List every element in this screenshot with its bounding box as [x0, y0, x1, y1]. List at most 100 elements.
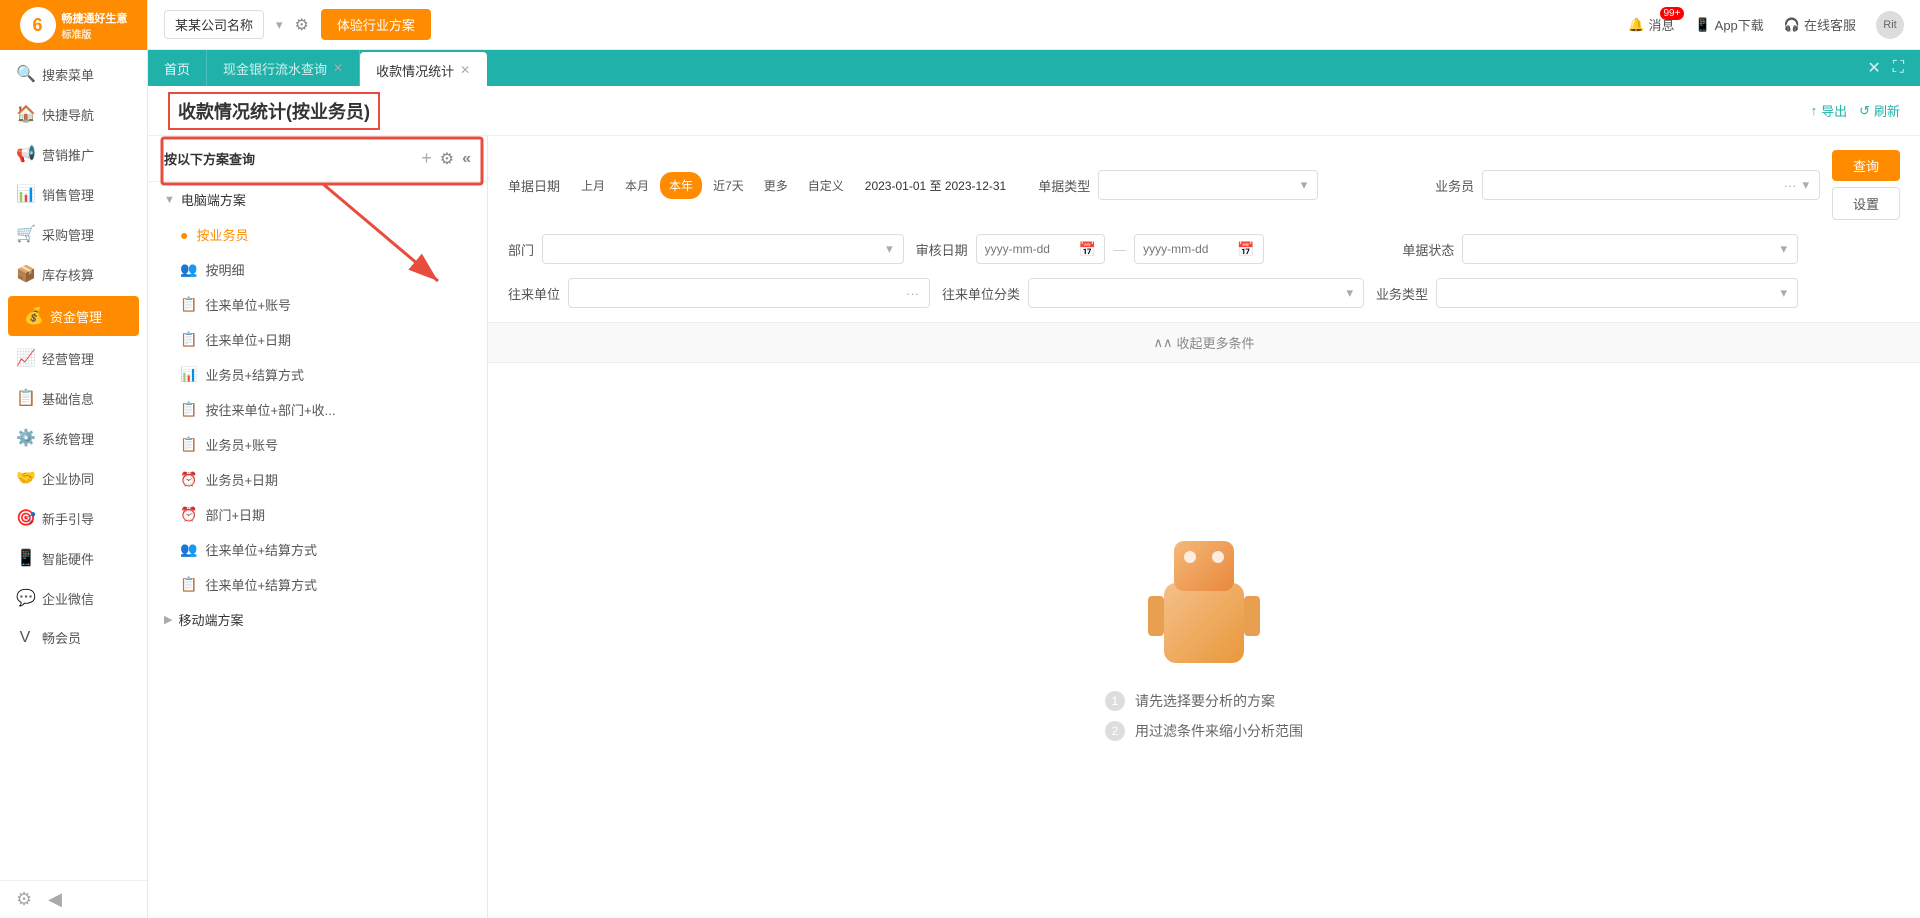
tab-collection-stat-close[interactable]: ✕ [460, 63, 470, 77]
settings-bottom-icon[interactable]: ⚙ [16, 889, 32, 910]
calendar-end-icon[interactable]: 📅 [1237, 241, 1254, 258]
date-custom-btn[interactable]: 自定义 [799, 172, 853, 199]
notice-button[interactable]: 🔔 消息 99+ [1628, 15, 1674, 34]
hint-1-text: 请先选择要分析的方案 [1135, 691, 1275, 711]
settings-button[interactable]: 设置 [1832, 187, 1900, 220]
header-right: 🔔 消息 99+ 📱 App下载 🎧 在线客服 Rit [1628, 11, 1904, 39]
scheme-item-partner-dept-collect[interactable]: 📋 按往来单位+部门+收... [148, 392, 487, 427]
date-7days-btn[interactable]: 近7天 [704, 172, 753, 199]
enterprise-icon: 🤝 [16, 468, 34, 488]
dept-group: 部门 ▾ [508, 234, 904, 264]
filter-row-3: 往来单位 ··· 往来单位分类 ▾ 业务 [508, 278, 1900, 308]
sidebar-item-search-menu[interactable]: 🔍 搜索菜单 [0, 54, 147, 94]
partner-category-dropdown[interactable]: ▾ [1028, 278, 1364, 308]
audit-date-end[interactable]: 📅 [1134, 234, 1263, 264]
bill-type-dropdown[interactable]: ▾ [1098, 170, 1318, 200]
company-name[interactable]: 某某公司名称 [164, 10, 264, 39]
date-separator: — [1113, 242, 1126, 257]
scheme-group-desktop[interactable]: ▼ 电脑端方案 [148, 182, 487, 217]
sidebar-item-sales[interactable]: 📊 销售管理 [0, 174, 147, 214]
scheme-collapse-button[interactable]: « [462, 150, 471, 168]
collapse-label: 收起更多条件 [1177, 333, 1255, 352]
scheme-settings-button[interactable]: ⚙ [440, 149, 454, 169]
date-more-btn[interactable]: 更多 [755, 172, 797, 199]
sidebar-item-system[interactable]: ⚙️ 系统管理 [0, 418, 147, 458]
audit-date-start-input[interactable] [985, 242, 1075, 256]
partner-dropdown[interactable]: ··· [568, 278, 930, 308]
sidebar-item-inventory[interactable]: 📦 库存核算 [0, 254, 147, 294]
sidebar-item-basic[interactable]: 📋 基础信息 [0, 378, 147, 418]
collapse-sidebar-icon[interactable]: ◀ [48, 889, 62, 910]
window-maximize-btn[interactable]: ⛶ [1893, 59, 1904, 77]
scheme-item-partner-date[interactable]: 📋 往来单位+日期 [148, 322, 487, 357]
export-button[interactable]: ↑ 导出 [1811, 101, 1848, 120]
scheme-item-salesperson-account[interactable]: 📋 业务员+账号 [148, 427, 487, 462]
sidebar-item-quick-nav[interactable]: 🏠 快捷导航 [0, 94, 147, 134]
sidebar-item-label: 基础信息 [42, 389, 94, 408]
collapse-icon: ∧∧ [1153, 335, 1172, 351]
business-type-dropdown[interactable]: ▾ [1436, 278, 1798, 308]
bell-icon: 🔔 [1628, 17, 1644, 33]
scheme-item-partner-settle1[interactable]: 👥 往来单位+结算方式 [148, 532, 487, 567]
calendar-icon[interactable]: 📅 [1079, 241, 1096, 258]
date-range-display: 2023-01-01 至 2023-12-31 [865, 177, 1006, 194]
group-expand-icon: ▼ [164, 194, 175, 206]
sidebar-item-label: 采购管理 [42, 225, 94, 244]
salesperson-dropdown[interactable]: ··· ▾ [1482, 170, 1820, 200]
scheme-item-by-detail[interactable]: 👥 按明细 [148, 252, 487, 287]
audit-date-end-input[interactable] [1143, 242, 1233, 256]
sidebar-item-label: 经营管理 [42, 349, 94, 368]
sidebar-item-guide[interactable]: 🎯 新手引导 [0, 498, 147, 538]
tab-bank-flow-close[interactable]: ✕ [333, 61, 343, 75]
date-last-month-btn[interactable]: 上月 [572, 172, 614, 199]
scheme-item-label: 按往来单位+部门+收... [205, 400, 335, 419]
scheme-item-salesperson-date[interactable]: ⏰ 业务员+日期 [148, 462, 487, 497]
sidebar-item-enterprise[interactable]: 🤝 企业协同 [0, 458, 147, 498]
sidebar-item-hardware[interactable]: 📱 智能硬件 [0, 538, 147, 578]
scheme-item-icon: 📋 [180, 576, 197, 593]
tab-collection-stat[interactable]: 收款情况统计 ✕ [360, 52, 487, 88]
sidebar-item-label: 系统管理 [42, 429, 94, 448]
refresh-button[interactable]: ↺ 刷新 [1859, 101, 1900, 120]
dept-dropdown[interactable]: ▾ [542, 234, 904, 264]
date-this-year-btn[interactable]: 本年 [660, 172, 702, 199]
bill-status-dropdown-icon: ▾ [1780, 241, 1787, 257]
query-button[interactable]: 查询 [1832, 150, 1900, 181]
sidebar-item-finance[interactable]: 💰 资金管理 [8, 296, 139, 336]
trial-industry-button[interactable]: 体验行业方案 [321, 9, 431, 40]
tab-bank-flow[interactable]: 现金银行流水查询 ✕ [207, 50, 360, 86]
tab-home[interactable]: 首页 [148, 50, 207, 86]
scheme-item-partner-account[interactable]: 📋 往来单位+账号 [148, 287, 487, 322]
scheme-item-dept-date[interactable]: ⏰ 部门+日期 [148, 497, 487, 532]
scheme-group-mobile[interactable]: ▶ 移动端方案 [148, 602, 487, 637]
page-header: 收款情况统计(按业务员) ↑ 导出 ↺ 刷新 [148, 86, 1920, 136]
sidebar-item-purchase[interactable]: 🛒 采购管理 [0, 214, 147, 254]
app-download-button[interactable]: 📱 App下载 [1694, 15, 1763, 34]
avatar-text: Rit [1883, 19, 1896, 31]
window-close-btn[interactable]: ✕ [1867, 58, 1880, 78]
scheme-item-salesperson-settle[interactable]: 📊 业务员+结算方式 [148, 357, 487, 392]
vip-icon: V [16, 629, 34, 647]
user-avatar[interactable]: Rit [1876, 11, 1904, 39]
date-this-month-btn[interactable]: 本月 [616, 172, 658, 199]
scheme-item-icon: 📋 [180, 436, 197, 453]
scheme-add-button[interactable]: + [421, 148, 432, 169]
partner-more-icon[interactable]: ··· [906, 286, 919, 301]
audit-date-start[interactable]: 📅 [976, 234, 1105, 264]
sidebar-item-business[interactable]: 📈 经营管理 [0, 338, 147, 378]
inventory-icon: 📦 [16, 264, 34, 284]
scheme-item-by-salesperson[interactable]: ● 按业务员 [148, 217, 487, 252]
sidebar-item-wechat[interactable]: 💬 企业微信 [0, 578, 147, 618]
collapse-bar[interactable]: ∧∧ 收起更多条件 [488, 323, 1920, 363]
sidebar-item-marketing[interactable]: 📢 营销推广 [0, 134, 147, 174]
scheme-item-partner-settle2[interactable]: 📋 往来单位+结算方式 [148, 567, 487, 602]
logo-icon: 6 [20, 7, 56, 43]
salesperson-more-icon[interactable]: ··· [1783, 178, 1796, 193]
app-download-label: App下载 [1715, 15, 1764, 34]
company-dropdown-icon[interactable]: ▾ [276, 17, 283, 33]
filter-area: 单据日期 上月 本月 本年 近7天 更多 自定义 2023-01-01 至 20… [488, 136, 1920, 323]
online-service-button[interactable]: 🎧 在线客服 [1784, 15, 1856, 34]
bill-status-dropdown[interactable]: ▾ [1462, 234, 1798, 264]
sidebar-item-vip[interactable]: V 畅会员 [0, 618, 147, 657]
settings-gear-icon[interactable]: ⚙ [295, 15, 309, 35]
